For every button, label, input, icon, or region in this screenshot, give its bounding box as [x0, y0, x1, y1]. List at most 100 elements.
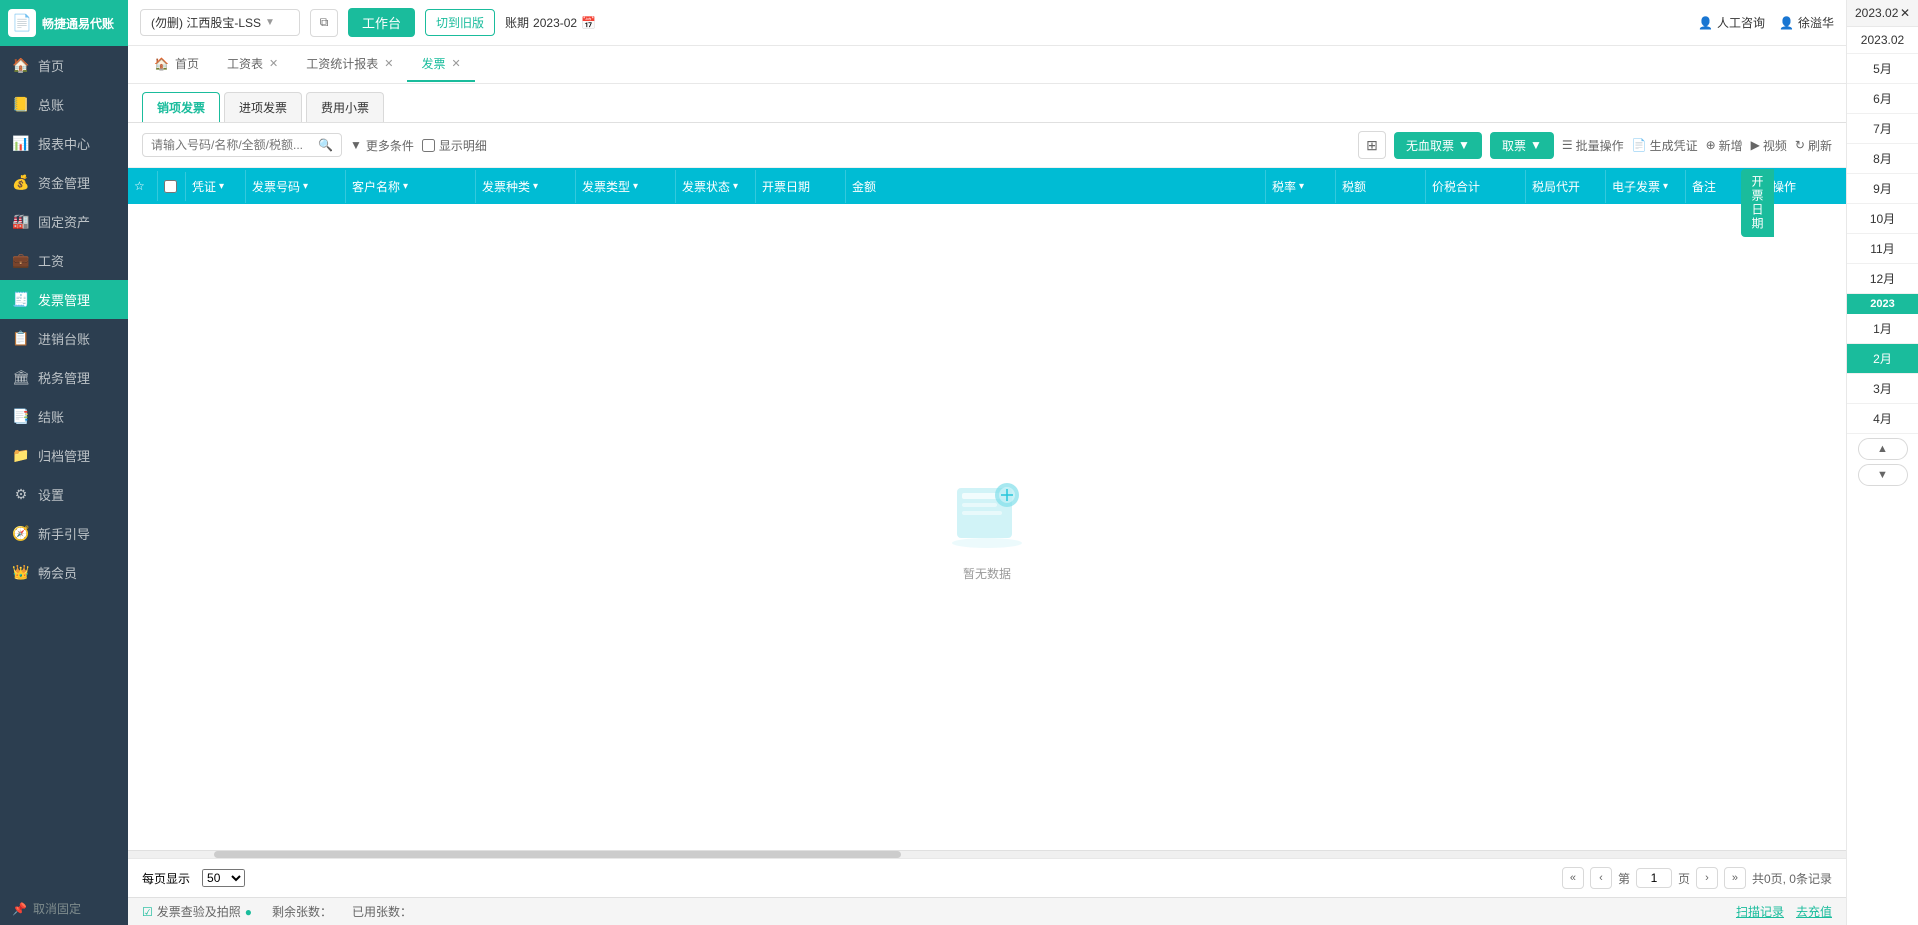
video-btn[interactable]: ▶ 视频	[1751, 137, 1787, 154]
th-tax-rate-sort-icon[interactable]: ▾	[1299, 181, 1304, 192]
sidebar-item-reports[interactable]: 📊 报表中心	[0, 124, 128, 163]
scan-records-link[interactable]: 扫描记录	[1736, 903, 1784, 920]
sidebar-item-label: 发票管理	[38, 290, 90, 309]
filter-icon: ▼	[350, 138, 362, 152]
date-item-9[interactable]: 9月	[1847, 174, 1918, 204]
th-tax-bureau-label: 税局代开	[1532, 178, 1580, 195]
switch-version-button[interactable]: 切到旧版	[425, 9, 495, 36]
sidebar-item-archive[interactable]: 📁 归档管理	[0, 436, 128, 475]
tab-salary-report[interactable]: 工资统计报表 ✕	[292, 47, 407, 82]
th-date-label: 开票日期	[762, 178, 810, 195]
first-page-btn[interactable]: «	[1562, 867, 1584, 889]
workbench-button[interactable]: 工作台	[348, 8, 415, 37]
sidebar-item-purchase-sales[interactable]: 📋 进销台账	[0, 319, 128, 358]
sidebar-item-salary[interactable]: 💼 工资	[0, 241, 128, 280]
home-tab-icon: 🏠	[154, 57, 169, 71]
th-e-invoice-label: 电子发票	[1612, 178, 1660, 195]
th-invoice-type-sort-icon[interactable]: ▾	[533, 181, 538, 192]
date-panel-close-icon[interactable]: ✕	[1900, 6, 1910, 20]
tab-label: 工资统计报表	[306, 55, 378, 72]
detail-checkbox[interactable]	[422, 139, 435, 152]
date-down-btn[interactable]: ▼	[1858, 464, 1908, 486]
copy-button[interactable]: ⧉	[310, 9, 338, 37]
prev-page-btn[interactable]: ‹	[1590, 867, 1612, 889]
date-item-11[interactable]: 11月	[1847, 234, 1918, 264]
th-invoice-kind: 发票类型 ▾	[576, 170, 676, 203]
th-action: 操作	[1766, 170, 1846, 203]
page-input[interactable]	[1636, 868, 1672, 888]
sidebar-item-funds[interactable]: 💰 资金管理	[0, 163, 128, 202]
tab-close-salary-report[interactable]: ✕	[384, 57, 393, 70]
tab-close-invoice[interactable]: ✕	[451, 57, 460, 70]
invoice-icon: 🧾	[12, 291, 30, 308]
date-item-10[interactable]: 10月	[1847, 204, 1918, 234]
search-input[interactable]	[151, 138, 314, 152]
date-item-8[interactable]: 8月	[1847, 144, 1918, 174]
sidebar-item-settings[interactable]: ⚙ 设置	[0, 475, 128, 514]
sidebar-item-invoice[interactable]: 🧾 发票管理	[0, 280, 128, 319]
tab-salary-table[interactable]: 工资表 ✕	[213, 47, 292, 82]
open-date-panel-btn[interactable]: 开票日期	[1741, 169, 1774, 237]
next-page-btn[interactable]: ›	[1696, 867, 1718, 889]
sub-tab-expense-receipt[interactable]: 费用小票	[306, 92, 384, 122]
last-page-btn[interactable]: »	[1724, 867, 1746, 889]
sidebar-item-home[interactable]: 🏠 首页	[0, 46, 128, 85]
no-cancel-btn[interactable]: 无血取票 ▼	[1394, 132, 1482, 159]
batch-op-btn[interactable]: ☰ 批量操作	[1562, 137, 1624, 154]
generate-voucher-btn[interactable]: 📄 生成凭证	[1632, 137, 1698, 154]
th-e-invoice-sort-icon[interactable]: ▾	[1663, 181, 1668, 192]
scrollbar-thumb[interactable]	[214, 851, 901, 858]
new-btn[interactable]: ⊕ 新增	[1706, 137, 1743, 154]
tab-home[interactable]: 🏠 首页	[140, 47, 213, 82]
sub-tab-purchase-invoice[interactable]: 进项发票	[224, 92, 302, 122]
sub-tab-sales-invoice[interactable]: 销项发票	[142, 92, 220, 122]
status-bar: ☑ 发票查验及拍照 ● 剩余张数： 已用张数： 扫描记录 去充值	[128, 897, 1846, 925]
th-invoice-status-sort-icon[interactable]: ▾	[733, 181, 738, 192]
sidebar: 📄 畅捷通易代账 🏠 首页 📒 总账 📊 报表中心 💰 资金管理 🏭 固定资产 …	[0, 0, 128, 925]
date-item-2023-1[interactable]: 1月	[1847, 314, 1918, 344]
th-customer-sort-icon[interactable]: ▾	[403, 181, 408, 192]
guide-icon: 🧭	[12, 525, 30, 542]
refresh-btn[interactable]: ↻ 刷新	[1795, 137, 1832, 154]
th-invoice-kind-sort-icon[interactable]: ▾	[633, 181, 638, 192]
date-item-12[interactable]: 12月	[1847, 264, 1918, 294]
sidebar-cancel-pin[interactable]: 📌 取消固定	[0, 892, 128, 925]
date-item-2023-4[interactable]: 4月	[1847, 404, 1918, 434]
sidebar-item-assets[interactable]: 🏭 固定资产	[0, 202, 128, 241]
support-btn[interactable]: 👤 人工咨询	[1698, 14, 1765, 31]
sidebar-item-ledger[interactable]: 📒 总账	[0, 85, 128, 124]
date-item-2023-02-top[interactable]: 2023.02	[1847, 27, 1918, 54]
date-up-btn[interactable]: ▲	[1858, 438, 1908, 460]
date-item-5[interactable]: 5月	[1847, 54, 1918, 84]
th-voucher-label: 凭证	[192, 178, 216, 195]
th-date: 开票日期	[756, 170, 846, 203]
th-voucher-sort-icon[interactable]: ▾	[219, 181, 224, 192]
company-selector[interactable]: (勿删) 江西股宝-LSS ▼	[140, 9, 300, 36]
date-item-6[interactable]: 6月	[1847, 84, 1918, 114]
user-avatar-btn[interactable]: 👤 徐溢华	[1779, 14, 1834, 31]
show-detail-checkbox[interactable]: 显示明细	[422, 137, 487, 154]
sidebar-item-guide[interactable]: 🧭 新手引导	[0, 514, 128, 553]
more-filter-btn[interactable]: ▼ 更多条件	[350, 137, 414, 154]
date-item-7[interactable]: 7月	[1847, 114, 1918, 144]
select-all-checkbox[interactable]	[164, 180, 177, 193]
date-item-2023-3[interactable]: 3月	[1847, 374, 1918, 404]
tab-close-salary[interactable]: ✕	[269, 57, 278, 70]
recharge-link[interactable]: 去充值	[1796, 903, 1832, 920]
sidebar-item-tax[interactable]: 🏛 税务管理	[0, 358, 128, 397]
calendar-icon: 📅	[581, 16, 596, 30]
sidebar-item-label: 资金管理	[38, 173, 90, 192]
th-invoice-no-sort-icon[interactable]: ▾	[303, 181, 308, 192]
sidebar-item-settle[interactable]: 📑 结账	[0, 397, 128, 436]
search-icon: 🔍	[318, 138, 333, 152]
search-box[interactable]: 🔍	[142, 133, 342, 157]
sidebar-item-member[interactable]: 👑 畅会员	[0, 553, 128, 592]
date-item-2023-2[interactable]: 2月	[1847, 344, 1918, 374]
per-page-select[interactable]: 50 20 100	[202, 869, 245, 887]
tab-invoice[interactable]: 发票 ✕	[407, 47, 474, 82]
horizontal-scrollbar[interactable]	[128, 850, 1846, 858]
grid-view-icon[interactable]: ⊞	[1358, 131, 1386, 159]
sub-tab-expense-label: 费用小票	[321, 101, 369, 115]
get-ticket-btn[interactable]: 取票 ▼	[1490, 132, 1554, 159]
get-ticket-label: 取票	[1502, 137, 1526, 154]
